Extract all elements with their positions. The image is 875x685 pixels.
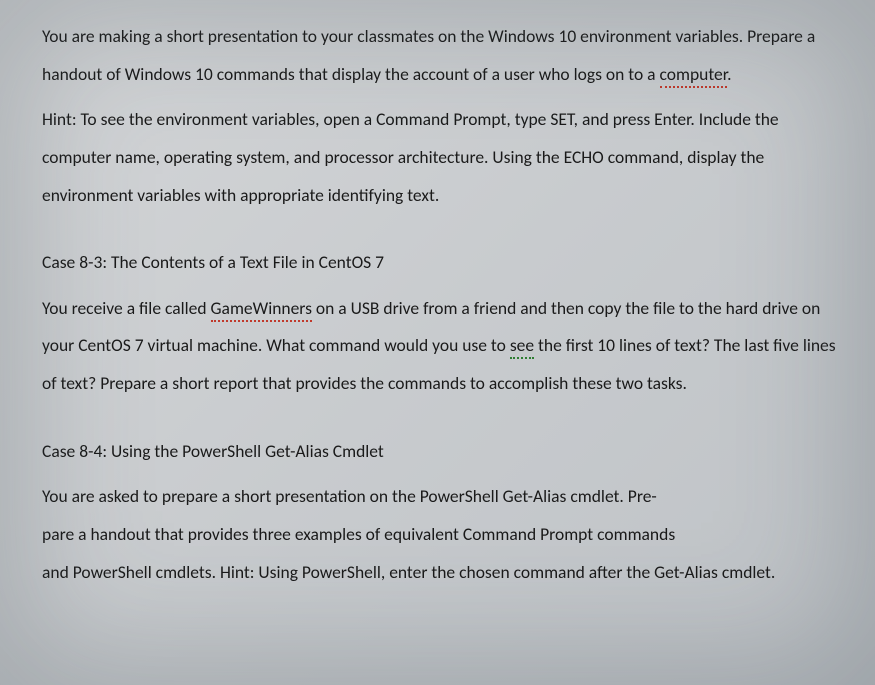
text-run: You are asked to prepare a short present…	[42, 485, 657, 507]
text-run: You receive a file called	[42, 297, 211, 319]
case-8-4-line3: and PowerShell cmdlets. Hint: Using Powe…	[42, 554, 837, 592]
case-8-3-body: You receive a file called GameWinners on…	[42, 290, 837, 403]
document-page: You are making a short presentation to y…	[0, 0, 875, 617]
hint-paragraph: Hint: To see the environment variables, …	[42, 101, 837, 214]
heading-text: Case 8-4: Using the PowerShell Get-Alias…	[42, 440, 384, 462]
case-8-4-title: Case 8-4: Using the PowerShell Get-Alias…	[42, 433, 837, 471]
case-8-4-line1: You are asked to prepare a short present…	[42, 478, 837, 516]
spellcheck-underline: GameWinners	[211, 297, 312, 322]
case-8-4-line2: pare a handout that provides three examp…	[42, 516, 837, 554]
text-run: Hint: To see the environment variables, …	[42, 108, 779, 205]
intro-paragraph: You are making a short presentation to y…	[42, 18, 837, 93]
heading-text: Case 8-3: The Contents of a Text File in…	[42, 251, 384, 273]
spellcheck-underline: computer	[660, 63, 728, 88]
case-8-3-title: Case 8-3: The Contents of a Text File in…	[42, 244, 837, 282]
text-run: pare a handout that provides three examp…	[42, 523, 675, 545]
grammar-underline: see	[510, 334, 534, 359]
text-run: and PowerShell cmdlets. Hint: Using Powe…	[42, 561, 775, 583]
text-run: .	[727, 63, 731, 85]
